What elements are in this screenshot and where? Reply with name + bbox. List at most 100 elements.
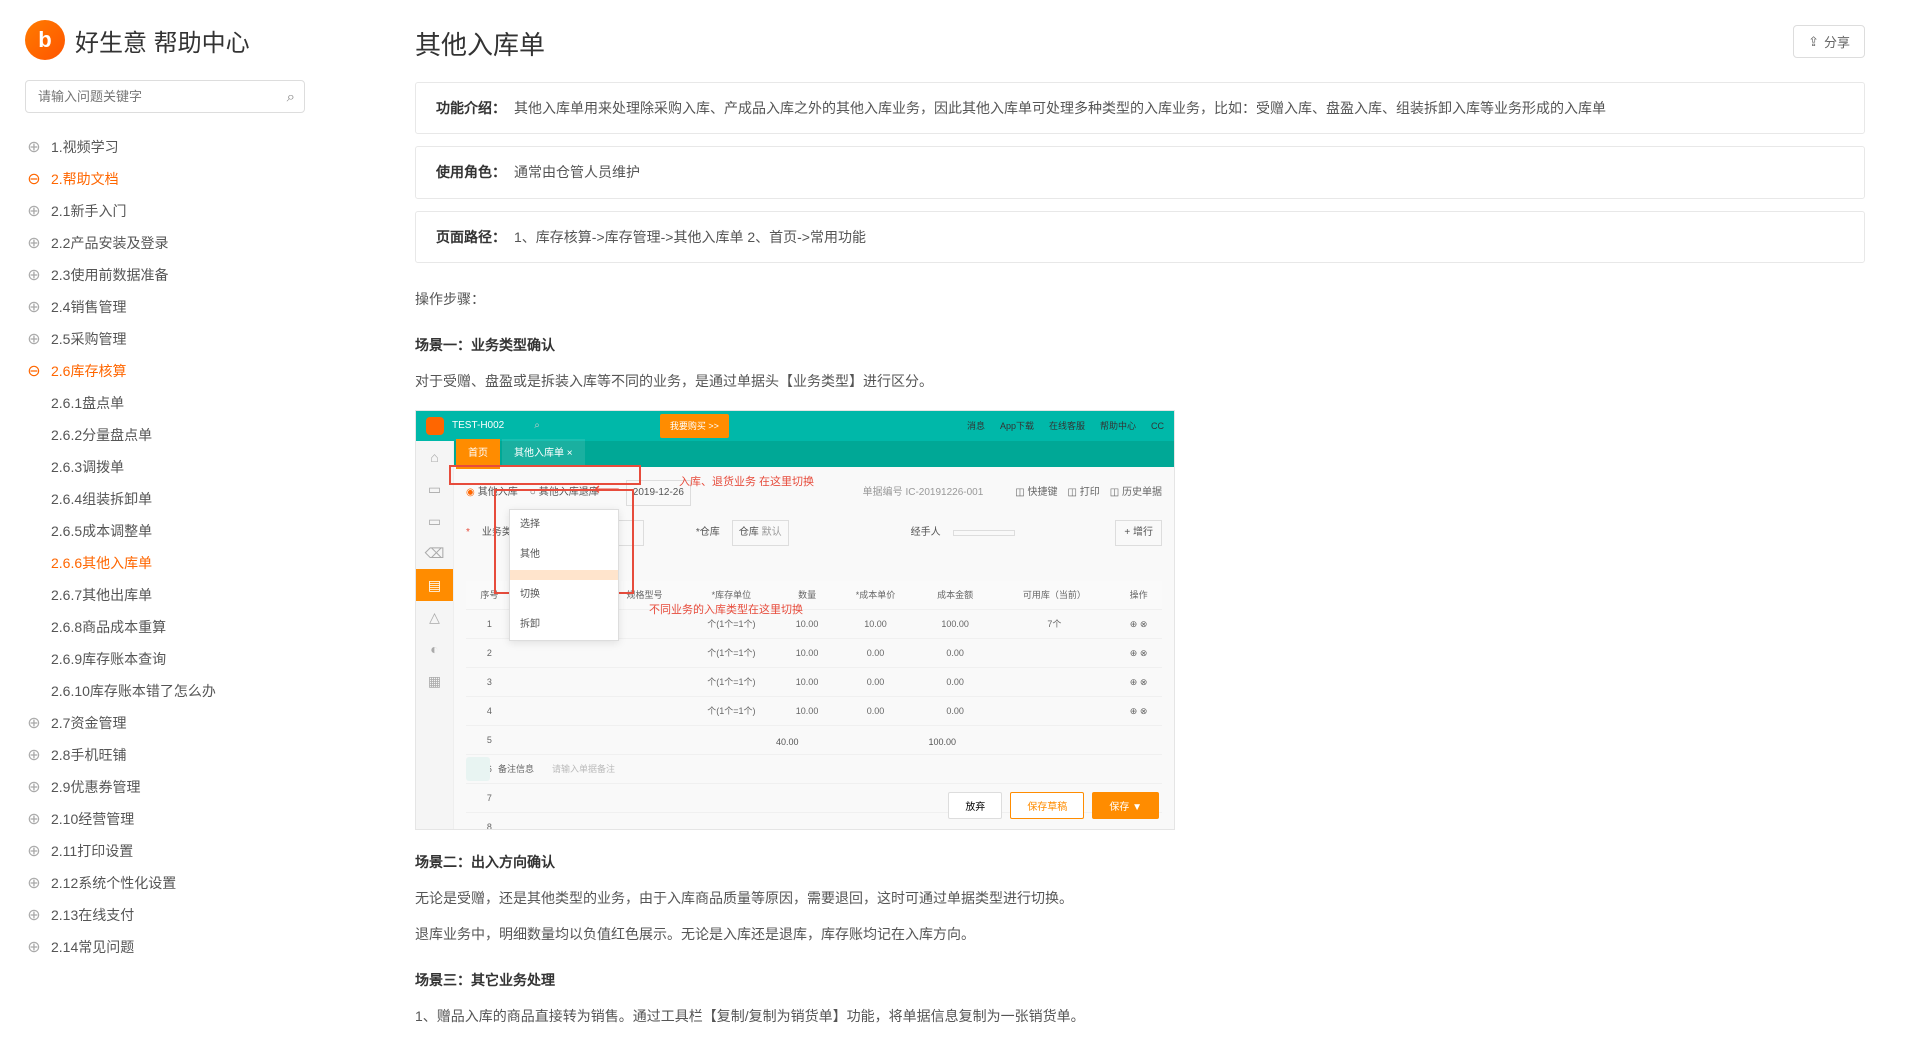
plus-icon (25, 874, 43, 892)
ss-annotation-2: 不同业务的入库类型在这里切换 (649, 599, 803, 621)
sidebar-item-label: 2.12系统个性化设置 (51, 873, 176, 893)
sidebar-item-18[interactable]: 2.7资金管理 (25, 713, 305, 733)
sidebar-item-label: 2.6.8商品成本重算 (51, 617, 166, 637)
sidebar-item-2[interactable]: 2.1新手入门 (25, 201, 305, 221)
ss-memo-row: 备注信息 请输入单据备注 (466, 757, 615, 781)
plus-icon (25, 298, 43, 316)
scene1-p1: 对于受赠、盘盈或是拆装入库等不同的业务，是通过单据头【业务类型】进行区分。 (415, 367, 1865, 395)
sidebar-item-label: 2.14常见问题 (51, 937, 134, 957)
sidebar-item-24[interactable]: 2.13在线支付 (25, 905, 305, 925)
sidebar-item-19[interactable]: 2.8手机旺铺 (25, 745, 305, 765)
steps-label: 操作步骤： (415, 285, 1865, 313)
sidebar-item-17[interactable]: 2.6.10库存账本错了怎么办 (25, 681, 305, 701)
sidebar-item-15[interactable]: 2.6.8商品成本重算 (25, 617, 305, 637)
brand-logo-link[interactable]: b 好生意 帮助中心 (25, 20, 305, 60)
plus-icon (25, 202, 43, 220)
share-label: 分享 (1824, 32, 1850, 51)
sidebar-item-22[interactable]: 2.11打印设置 (25, 841, 305, 861)
sidebar-item-5[interactable]: 2.4销售管理 (25, 297, 305, 317)
ss-action-buttons: 放弃 保存草稿 保存 ▼ (948, 792, 1159, 819)
sidebar-item-11[interactable]: 2.6.4组装拆卸单 (25, 489, 305, 509)
sidebar-item-label: 2.13在线支付 (51, 905, 134, 925)
sidebar-item-label: 2.1新手入门 (51, 201, 126, 221)
sidebar-item-7[interactable]: 2.6库存核算 (25, 361, 305, 381)
ss-top-right: 消息App下载在线客服帮助中心CC (967, 417, 1164, 435)
plus-icon (25, 810, 43, 828)
sidebar-item-label: 2.帮助文档 (51, 169, 119, 189)
minus-icon (25, 170, 43, 188)
sidebar-item-label: 2.6.9库存账本查询 (51, 649, 166, 669)
plus-icon (25, 906, 43, 924)
plus-icon (25, 138, 43, 156)
sidebar-item-10[interactable]: 2.6.3调拨单 (25, 457, 305, 477)
ss-save-button: 保存 ▼ (1092, 792, 1159, 819)
screenshot-image: TEST-H002 ⌕ 我要购买 >> 消息App下载在线客服帮助中心CC 首页… (415, 410, 1175, 830)
sidebar-item-label: 2.6.1盘点单 (51, 393, 124, 413)
role-text: 通常由仓管人员维护 (514, 164, 640, 180)
sidebar-item-8[interactable]: 2.6.1盘点单 (25, 393, 305, 413)
intro-text: 其他入库单用来处理除采购入库、产成品入库之外的其他入库业务，因此其他入库单可处理… (514, 100, 1606, 116)
sidebar-item-label: 2.6库存核算 (51, 361, 126, 381)
ss-env-label: TEST-H002 (452, 416, 504, 436)
ss-buy-button: 我要购买 >> (660, 414, 729, 438)
sidebar-item-label: 2.4销售管理 (51, 297, 126, 317)
plus-icon (25, 266, 43, 284)
ss-search-icon: ⌕ (534, 416, 540, 436)
brand-icon: b (25, 20, 65, 60)
sidebar-item-16[interactable]: 2.6.9库存账本查询 (25, 649, 305, 669)
page-title: 其他入库单 (415, 25, 545, 62)
sidebar-item-label: 2.6.10库存账本错了怎么办 (51, 681, 216, 701)
plus-icon (25, 842, 43, 860)
ss-logo-icon (426, 417, 444, 435)
plus-icon (25, 330, 43, 348)
sidebar-item-label: 2.6.5成本调整单 (51, 521, 152, 541)
sidebar-item-6[interactable]: 2.5采购管理 (25, 329, 305, 349)
role-card: 使用角色： 通常由仓管人员维护 (415, 146, 1865, 198)
plus-icon (25, 778, 43, 796)
sidebar-item-label: 2.11打印设置 (51, 841, 133, 861)
plus-icon (25, 714, 43, 732)
plus-icon (25, 234, 43, 252)
sidebar-item-label: 2.6.7其他出库单 (51, 585, 152, 605)
share-icon: ⇪ (1808, 34, 1819, 50)
sidebar-item-label: 1.视频学习 (51, 137, 119, 157)
sidebar-item-13[interactable]: 2.6.6其他入库单 (25, 553, 305, 573)
scene3-title: 场景三：其它业务处理 (415, 966, 1865, 994)
plus-icon (25, 938, 43, 956)
brand-title: 好生意 帮助中心 (75, 23, 250, 58)
sidebar-item-label: 2.2产品安装及登录 (51, 233, 168, 253)
sidebar-item-21[interactable]: 2.10经营管理 (25, 809, 305, 829)
ss-draft-button: 保存草稿 (1010, 792, 1084, 819)
search-input[interactable] (25, 80, 305, 113)
sidebar: b 好生意 帮助中心 ⌕ 1.视频学习 2.帮助文档 2.1新手入门 2.2产品安装及… (0, 0, 330, 1063)
sidebar-item-20[interactable]: 2.9优惠券管理 (25, 777, 305, 797)
share-button[interactable]: ⇪ 分享 (1793, 25, 1865, 58)
ss-annotation-1: 入库、退货业务 在这里切换 (679, 471, 814, 493)
sidebar-item-25[interactable]: 2.14常见问题 (25, 937, 305, 957)
search-icon[interactable]: ⌕ (287, 88, 295, 105)
sidebar-nav: 1.视频学习 2.帮助文档 2.1新手入门 2.2产品安装及登录 2.3使用前数据准备 2… (25, 131, 305, 963)
sidebar-item-23[interactable]: 2.12系统个性化设置 (25, 873, 305, 893)
minus-icon (25, 362, 43, 380)
ss-left-nav: ⌂▭▭⌫ ▤△◐▦ (416, 441, 454, 829)
sidebar-item-label: 2.6.4组装拆卸单 (51, 489, 152, 509)
search-box: ⌕ (25, 80, 305, 113)
main-content: 其他入库单 ⇪ 分享 功能介绍：其他入库单用来处理除采购入库、产成品入库之外的其… (330, 0, 1920, 1063)
sidebar-item-12[interactable]: 2.6.5成本调整单 (25, 521, 305, 541)
sidebar-item-label: 2.5采购管理 (51, 329, 126, 349)
intro-card: 功能介绍：其他入库单用来处理除采购入库、产成品入库之外的其他入库业务，因此其他入… (415, 82, 1865, 134)
ss-totals-row: 40.00 100.00 (466, 733, 1159, 751)
role-label: 使用角色： (436, 164, 506, 180)
scene3-p1: 1、赠品入库的商品直接转为销售。通过工具栏【复制/复制为销货单】功能，将单据信息… (415, 1002, 1865, 1030)
sidebar-item-3[interactable]: 2.2产品安装及登录 (25, 233, 305, 253)
plus-icon (25, 746, 43, 764)
scene2-p1: 无论是受赠，还是其他类型的业务，由于入库商品质量等原因，需要退回，这时可通过单据… (415, 884, 1865, 912)
sidebar-item-label: 2.6.2分量盘点单 (51, 425, 152, 445)
sidebar-item-9[interactable]: 2.6.2分量盘点单 (25, 425, 305, 445)
sidebar-item-4[interactable]: 2.3使用前数据准备 (25, 265, 305, 285)
sidebar-item-0[interactable]: 1.视频学习 (25, 137, 305, 157)
sidebar-item-14[interactable]: 2.6.7其他出库单 (25, 585, 305, 605)
sidebar-item-label: 2.6.3调拨单 (51, 457, 124, 477)
sidebar-item-1[interactable]: 2.帮助文档 (25, 169, 305, 189)
path-card: 页面路径：1、库存核算->库存管理->其他入库单 2、首页->常用功能 (415, 211, 1865, 263)
